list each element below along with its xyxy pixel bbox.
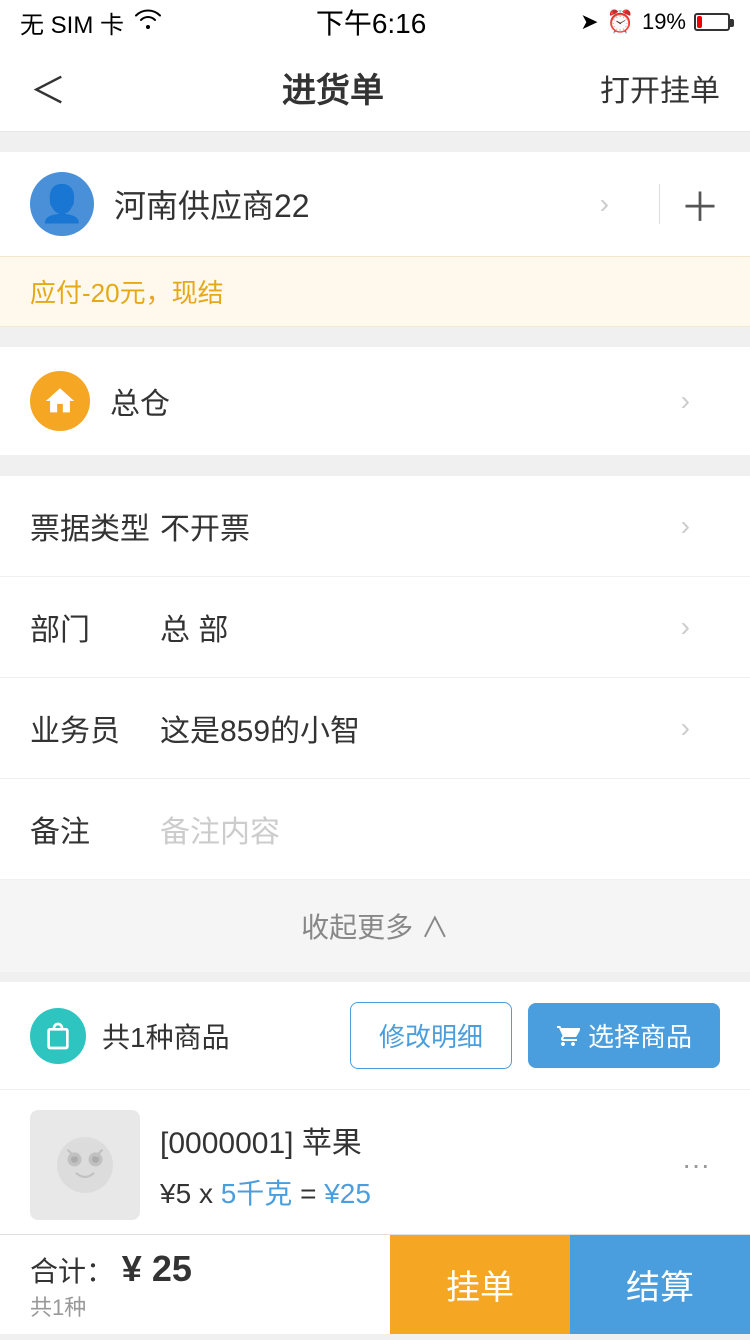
cart-icon: [556, 1024, 580, 1048]
salesperson-chevron-icon: ›: [681, 712, 690, 744]
status-left: 无 SIM 卡: [20, 5, 162, 40]
status-bar: 无 SIM 卡 下午6:16 ➤ ⏰ 19%: [0, 0, 750, 44]
shopping-bag-icon: [42, 1020, 74, 1052]
warehouse-row[interactable]: 总仓 ›: [0, 347, 750, 456]
select-product-label: 选择商品: [588, 1017, 692, 1054]
warehouse-chevron-icon: ›: [681, 385, 690, 417]
location-icon: ➤: [580, 9, 598, 35]
invoice-type-label: 票据类型: [30, 504, 160, 548]
carrier-label: 无 SIM 卡: [20, 5, 124, 40]
open-hang-button[interactable]: 打开挂单: [600, 66, 720, 110]
salesperson-value: 这是859的小智: [160, 706, 681, 750]
total-section: 合计： ¥ 25 共1种: [0, 1248, 390, 1322]
product-thumbnail: [30, 1110, 140, 1220]
department-chevron-icon: ›: [681, 611, 690, 643]
product-multiply: x: [199, 1178, 221, 1209]
product-item: [0000001] 苹果 ¥5 x 5千克 = ¥25 ···: [0, 1089, 750, 1240]
user-icon: 👤: [40, 183, 85, 225]
remark-input[interactable]: 备注内容: [160, 807, 720, 851]
vertical-divider: [659, 184, 660, 224]
edit-detail-button[interactable]: 修改明细: [350, 1002, 512, 1069]
bottom-bar: 合计： ¥ 25 共1种 挂单 结算: [0, 1234, 750, 1334]
notice-banner: 应付-20元，现结: [0, 257, 750, 327]
total-label: 合计：: [30, 1256, 114, 1287]
product-count-text: 共1种商品: [102, 1016, 350, 1056]
alarm-icon: ⏰: [607, 9, 634, 35]
total-count: 共1种: [30, 1290, 360, 1322]
product-title: 苹果: [302, 1127, 362, 1160]
product-total: ¥25: [324, 1178, 371, 1209]
home-icon: [43, 384, 77, 418]
product-quantity: 5千克: [221, 1178, 293, 1209]
product-info: [0000001] 苹果 ¥5 x 5千克 = ¥25: [160, 1118, 672, 1212]
collapse-button[interactable]: 收起更多 ∧: [0, 880, 750, 972]
salesperson-label: 业务员: [30, 706, 160, 750]
total-amount: ¥ 25: [122, 1248, 192, 1289]
product-more-button[interactable]: ···: [672, 1149, 720, 1181]
warehouse-name: 总仓: [110, 379, 681, 423]
remark-label: 备注: [30, 807, 160, 851]
section-divider-2: [0, 456, 750, 476]
settle-button[interactable]: 结算: [570, 1235, 750, 1334]
warehouse-icon-circle: [30, 371, 90, 431]
section-divider-top: [0, 132, 750, 152]
invoice-type-value: 不开票: [160, 504, 681, 548]
department-value: 总 部: [160, 605, 681, 649]
status-right: ➤ ⏰ 19%: [580, 9, 730, 35]
department-label: 部门: [30, 605, 160, 649]
supplier-avatar: 👤: [30, 172, 94, 236]
battery-icon: [694, 13, 730, 31]
wifi-icon: [134, 8, 162, 36]
battery-label: 19%: [642, 9, 686, 35]
department-row[interactable]: 部门 总 部 ›: [0, 577, 750, 678]
add-supplier-button[interactable]: ＋: [680, 175, 720, 233]
chevron-right-icon: ›: [600, 188, 609, 220]
invoice-type-row[interactable]: 票据类型 不开票 ›: [0, 476, 750, 577]
product-price-row: ¥5 x 5千克 = ¥25: [160, 1172, 672, 1212]
products-header: 共1种商品 修改明细 选择商品: [0, 972, 750, 1089]
product-name: [0000001] 苹果: [160, 1118, 672, 1162]
invoice-type-chevron-icon: ›: [681, 510, 690, 542]
supplier-section: 👤 河南供应商22 › ＋ 应付-20元，现结: [0, 152, 750, 327]
salesperson-row[interactable]: 业务员 这是859的小智 ›: [0, 678, 750, 779]
hang-order-button[interactable]: 挂单: [390, 1235, 570, 1334]
remark-row[interactable]: 备注 备注内容: [0, 779, 750, 880]
form-section: 票据类型 不开票 › 部门 总 部 › 业务员 这是859的小智 › 备注 备注…: [0, 476, 750, 880]
supplier-row[interactable]: 👤 河南供应商22 › ＋: [0, 152, 750, 257]
product-equals: =: [300, 1178, 324, 1209]
total-row: 合计： ¥ 25: [30, 1248, 360, 1290]
back-button[interactable]: ＜: [30, 62, 66, 114]
collapse-label: 收起更多 ∧: [301, 906, 449, 946]
section-divider-1: [0, 327, 750, 347]
status-time: 下午6:16: [316, 2, 427, 42]
select-product-button[interactable]: 选择商品: [528, 1003, 720, 1068]
product-code: [0000001]: [160, 1127, 293, 1160]
product-unit-price: ¥5: [160, 1178, 191, 1209]
nav-bar: ＜ 进货单 打开挂单: [0, 44, 750, 132]
page-title: 进货单: [282, 63, 384, 112]
product-placeholder-icon: [50, 1130, 120, 1200]
product-count-icon-circle: [30, 1008, 86, 1064]
notice-text: 应付-20元，现结: [30, 278, 224, 308]
supplier-name: 河南供应商22: [114, 181, 600, 227]
